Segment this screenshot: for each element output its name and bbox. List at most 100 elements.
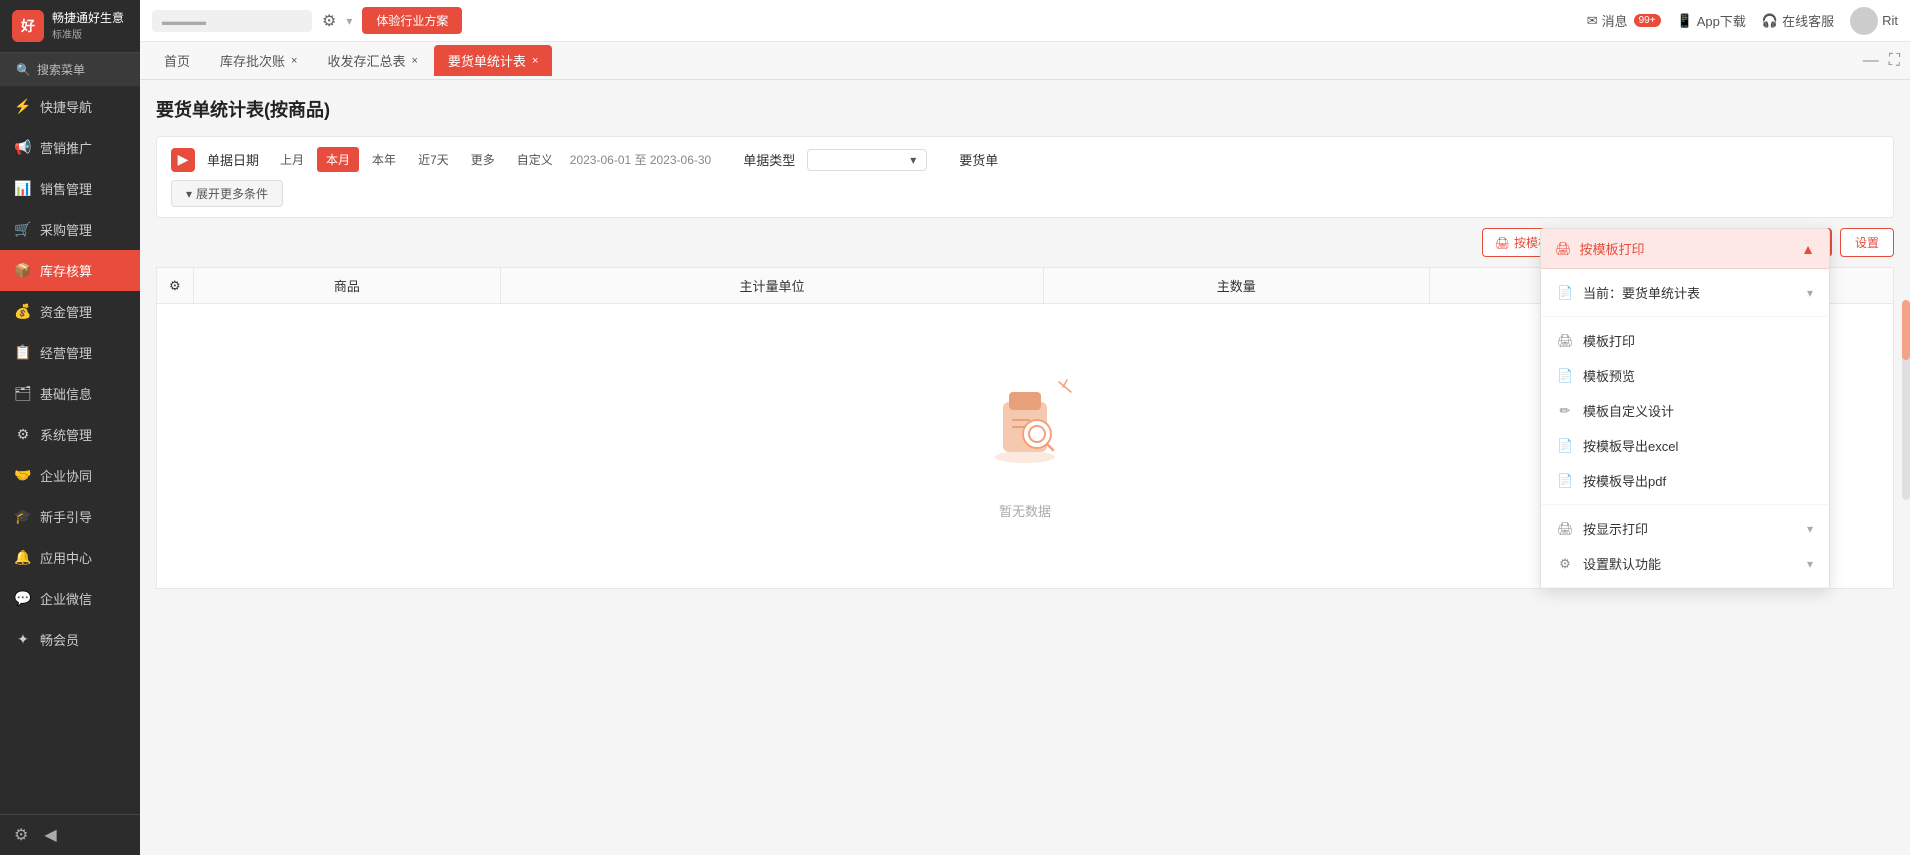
template-print-icon: 🖨 — [1557, 333, 1573, 349]
dropdown-arrow-icon[interactable]: ▾ — [346, 14, 352, 28]
guide-icon: 🎓 — [14, 508, 32, 525]
dropdown-title: 🖨 按模板打印 — [1555, 239, 1645, 258]
user-avatar-area[interactable]: Rit — [1850, 7, 1898, 35]
sidebar-item-sales[interactable]: 📊 销售管理 — [0, 168, 140, 209]
sidebar-item-collab[interactable]: 🤝 企业协同 — [0, 455, 140, 496]
empty-illustration — [975, 372, 1075, 491]
app-edition: 标准版 — [52, 26, 124, 41]
dropdown-item-default-func[interactable]: ⚙ 设置默认功能 ▾ — [1541, 546, 1829, 581]
template-excel-icon: 📄 — [1557, 438, 1573, 454]
date-btn-7days[interactable]: 近7天 — [409, 147, 458, 172]
industry-plan-button[interactable]: 体验行业方案 — [362, 7, 462, 34]
dropdown-display-section: 🖨 按显示打印 ▾ ⚙ 设置默认功能 ▾ — [1541, 505, 1829, 588]
sidebar-item-basic[interactable]: 🗂 基础信息 — [0, 373, 140, 414]
right-scrollbar[interactable] — [1902, 300, 1910, 500]
tab-order-stat-close[interactable]: × — [532, 55, 538, 67]
settings-icon[interactable]: ⚙ — [14, 825, 28, 845]
dropdown-header: 🖨 按模板打印 ▲ — [1541, 229, 1829, 269]
sidebar-item-appstore[interactable]: 🔔 应用中心 — [0, 537, 140, 578]
topbar: ▬▬▬▬ ⚙ ▾ 体验行业方案 ✉ 消息 99+ 📱 App下载 🎧 在线客服 … — [140, 0, 1910, 42]
date-btn-thisyear[interactable]: 本年 — [363, 147, 405, 172]
expand-label: 展开更多条件 — [196, 185, 268, 202]
app-name: 畅捷通好生意 — [52, 11, 124, 27]
scrollbar-thumb — [1902, 300, 1910, 360]
template-pdf-label: 按模板导出pdf — [1583, 471, 1813, 490]
expand-more-button[interactable]: ▾ 展开更多条件 — [171, 180, 283, 207]
sidebar-item-member[interactable]: ✦ 畅会员 — [0, 619, 140, 660]
app-download-button[interactable]: 📱 App下载 — [1677, 11, 1746, 30]
filter-toggle-button[interactable]: ▶ — [171, 148, 195, 172]
window-maximize-icon[interactable]: ⛶ — [1889, 52, 1900, 70]
date-filter-label: 单据日期 — [207, 150, 259, 169]
dropdown-current-item[interactable]: 📄 当前：要货单统计表 ▾ — [1541, 275, 1829, 310]
message-button[interactable]: ✉ 消息 99+ — [1587, 11, 1661, 30]
inventory-icon: 📦 — [14, 262, 32, 279]
table-col-gear[interactable]: ⚙ — [157, 268, 194, 304]
date-btn-lastmonth[interactable]: 上月 — [271, 147, 313, 172]
dropdown-close-button[interactable]: ▲ — [1801, 241, 1815, 257]
date-options: 上月 本月 本年 近7天 更多 自定义 2023-06-01 至 2023-06… — [271, 147, 711, 172]
dropdown-item-template-print[interactable]: 🖨 模板打印 — [1541, 323, 1829, 358]
mobile-icon: 📱 — [1677, 13, 1693, 29]
sidebar-search[interactable]: 🔍 搜索菜单 — [0, 53, 140, 86]
sidebar-item-wecom[interactable]: 💬 企业微信 — [0, 578, 140, 619]
tab-home[interactable]: 首页 — [150, 45, 204, 76]
display-print-icon: 🖨 — [1557, 521, 1573, 537]
dropdown-current-label: 当前：要货单统计表 — [1583, 283, 1797, 302]
filter-row-1: ▶ 单据日期 上月 本月 本年 近7天 更多 自定义 2023-06-01 至 … — [171, 147, 1879, 172]
settings-button[interactable]: 设置 — [1840, 228, 1894, 257]
collapse-icon[interactable]: ◀ — [44, 825, 56, 845]
sidebar-item-purchase[interactable]: 🛒 采购管理 — [0, 209, 140, 250]
select-arrow-icon: ▾ — [910, 153, 916, 167]
type-select[interactable]: ▾ — [807, 149, 927, 171]
date-btn-more[interactable]: 更多 — [462, 147, 504, 172]
date-btn-custom[interactable]: 自定义 — [508, 147, 562, 172]
current-arrow-icon: ▾ — [1807, 286, 1813, 300]
message-icon: ✉ — [1587, 13, 1598, 29]
tab-collection[interactable]: 收发存汇总表 × — [313, 45, 431, 76]
app-download-label: App下载 — [1697, 11, 1746, 30]
sidebar-item-business[interactable]: 📋 经营管理 — [0, 332, 140, 373]
dropdown-item-template-excel[interactable]: 📄 按模板导出excel — [1541, 428, 1829, 463]
empty-text: 暂无数据 — [999, 501, 1051, 520]
sidebar-bottom: ⚙ ◀ — [0, 814, 140, 855]
window-minimize-icon[interactable]: — — [1863, 52, 1879, 70]
sidebar-item-system[interactable]: ⚙ 系统管理 — [0, 414, 140, 455]
dropdown-title-label: 按模板打印 — [1580, 239, 1645, 258]
template-custom-icon: ✏ — [1557, 403, 1573, 419]
tab-batch[interactable]: 库存批次账 × — [206, 45, 311, 76]
tab-collection-label: 收发存汇总表 — [327, 51, 405, 70]
dropdown-item-template-preview[interactable]: 📄 模板预览 — [1541, 358, 1829, 393]
dropdown-item-template-pdf[interactable]: 📄 按模板导出pdf — [1541, 463, 1829, 498]
basic-icon: 🗂 — [14, 385, 32, 402]
expand-icon: ▾ — [186, 187, 192, 201]
headset-icon: 🎧 — [1762, 13, 1778, 29]
sidebar-item-label: 新手引导 — [40, 507, 92, 526]
sidebar-item-quicknav[interactable]: ⚡ 快捷导航 — [0, 86, 140, 127]
finance-icon: 💰 — [14, 303, 32, 320]
template-print-label: 模板打印 — [1583, 331, 1813, 350]
dropdown-item-template-custom[interactable]: ✏ 模板自定义设计 — [1541, 393, 1829, 428]
message-badge: 99+ — [1634, 14, 1661, 27]
sidebar-item-label: 企业微信 — [40, 589, 92, 608]
sidebar-item-guide[interactable]: 🎓 新手引导 — [0, 496, 140, 537]
online-service-button[interactable]: 🎧 在线客服 — [1762, 11, 1834, 30]
sidebar-item-label: 系统管理 — [40, 425, 92, 444]
empty-svg — [975, 372, 1075, 472]
date-btn-thismonth[interactable]: 本月 — [317, 147, 359, 172]
sidebar-item-inventory[interactable]: 📦 库存核算 — [0, 250, 140, 291]
username-label: Rit — [1882, 13, 1898, 28]
topbar-gear-icon[interactable]: ⚙ — [322, 11, 336, 31]
online-service-label: 在线客服 — [1782, 11, 1834, 30]
dropdown-item-display-print[interactable]: 🖨 按显示打印 ▾ — [1541, 511, 1829, 546]
appstore-icon: 🔔 — [14, 549, 32, 566]
tab-batch-close[interactable]: × — [291, 55, 297, 67]
page-title: 要货单统计表(按商品) — [156, 96, 1894, 122]
default-func-label: 设置默认功能 — [1583, 554, 1797, 573]
tab-order-stat[interactable]: 要货单统计表 × — [434, 45, 552, 76]
tab-collection-close[interactable]: × — [411, 55, 417, 67]
sidebar-item-marketing[interactable]: 📢 营销推广 — [0, 127, 140, 168]
tab-bar: 首页 库存批次账 × 收发存汇总表 × 要货单统计表 × — ⛶ — [140, 42, 1910, 80]
user-avatar — [1850, 7, 1878, 35]
sidebar-item-finance[interactable]: 💰 资金管理 — [0, 291, 140, 332]
